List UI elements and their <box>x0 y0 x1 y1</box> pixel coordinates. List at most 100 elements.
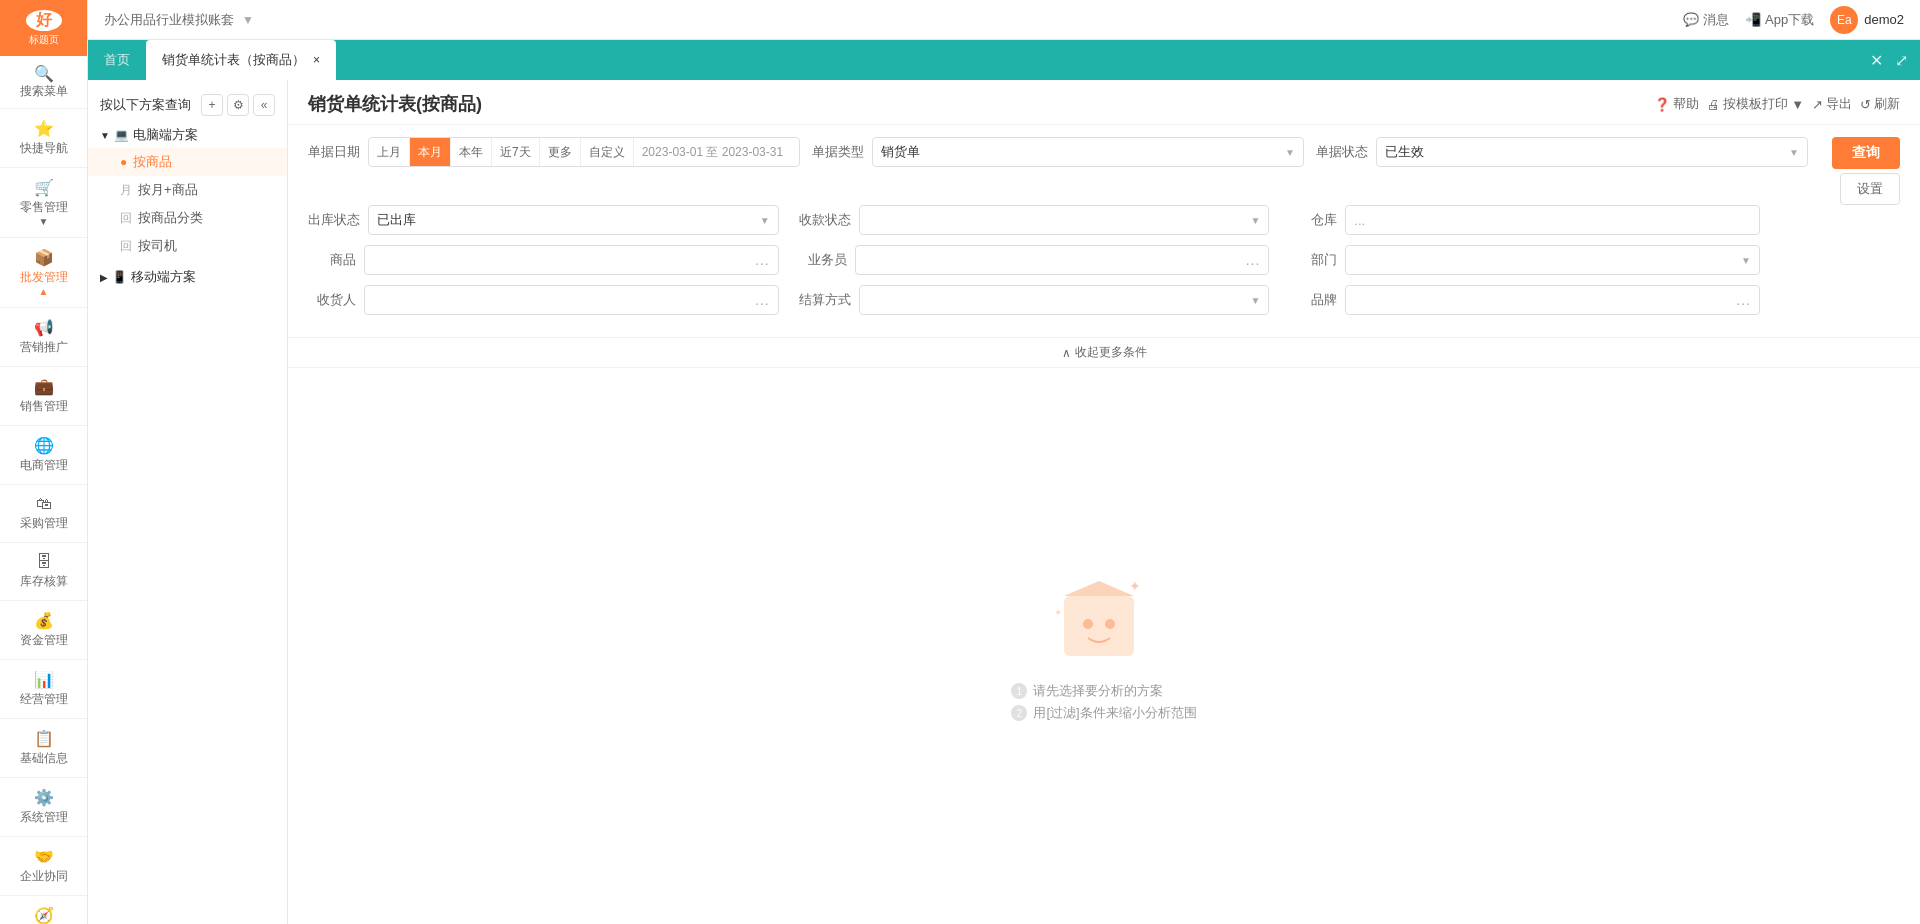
sidebar-item-guide[interactable]: 🧭 新手引导 <box>0 896 87 924</box>
tip2-num: 2 <box>1011 705 1027 721</box>
date-btn-this-year[interactable]: 本年 <box>451 137 492 167</box>
dept-label: 部门 <box>1289 251 1337 269</box>
filter-goods: 商品 ... <box>308 245 779 275</box>
help-icon: ❓ <box>1654 97 1670 112</box>
scheme-item-by-goods[interactable]: ● 按商品 <box>88 148 287 176</box>
search-menu-item[interactable]: 🔍 搜索菜单 <box>0 56 87 109</box>
sidebar-item-operation[interactable]: 📊 经营管理 <box>0 660 87 719</box>
svg-point-3 <box>1105 619 1115 629</box>
help-button[interactable]: ❓ 帮助 <box>1654 95 1699 113</box>
staff-filter[interactable]: ... <box>855 245 1270 275</box>
print-button[interactable]: 🖨 按模板打印 ▼ <box>1707 95 1804 113</box>
receiver-dots-icon: ... <box>755 292 770 308</box>
status-filter[interactable]: 已生效 ▼ <box>1376 137 1808 167</box>
date-btn-this-month[interactable]: 本月 <box>410 137 451 167</box>
date-filter[interactable]: 上月 本月 本年 近7天 更多 自定义 2023-03-01 至 2023-03… <box>368 137 800 167</box>
receive-dropdown-icon: ▼ <box>1250 215 1260 226</box>
dropdown-arrow-industry[interactable]: ▼ <box>242 13 254 27</box>
empty-tips: 1 请先选择要分析的方案 2 用[过滤]条件来缩小分析范围 <box>1011 682 1196 726</box>
payment-label: 结算方式 <box>799 291 851 309</box>
tab-close-button[interactable]: × <box>313 53 320 67</box>
receive-filter[interactable]: ▼ <box>859 205 1270 235</box>
header-right: 💬 消息 📲 App下载 Ea demo2 <box>1683 6 1904 34</box>
filter-warehouse: 仓库 ... <box>1289 205 1760 235</box>
payment-filter[interactable]: ▼ <box>859 285 1270 315</box>
goods-filter[interactable]: ... <box>364 245 779 275</box>
out-status-filter[interactable]: 已出库 ▼ <box>368 205 779 235</box>
sidebar: 好 标题页 🔍 搜索菜单 ⭐ 快捷导航 🛒 零售管理 ▼ 📦 批发管理 ▲ 📢 … <box>0 0 88 924</box>
sidebar-item-purchase[interactable]: 🛍 采购管理 <box>0 485 87 543</box>
out-value: 已出库 <box>377 211 760 229</box>
tip1-num: 1 <box>1011 683 1027 699</box>
refresh-label: 刷新 <box>1874 95 1900 113</box>
brand-filter[interactable]: ... <box>1345 285 1760 315</box>
scheme-add-button[interactable]: + <box>201 94 223 116</box>
app-download-action[interactable]: 📲 App下载 <box>1745 11 1814 29</box>
out-dropdown-icon: ▼ <box>760 215 770 226</box>
tab-maximize-button[interactable]: ⤢ <box>1891 47 1912 74</box>
dept-dropdown-icon: ▼ <box>1741 255 1751 266</box>
goods-icon: ● <box>120 155 127 169</box>
print-label: 按模板打印 <box>1723 95 1788 113</box>
sidebar-item-finance[interactable]: 💰 资金管理 <box>0 601 87 660</box>
collapse-bar[interactable]: ∧ 收起更多条件 <box>288 338 1920 368</box>
type-label: 单据类型 <box>812 143 864 161</box>
refresh-button[interactable]: ↺ 刷新 <box>1860 95 1900 113</box>
header-left: 办公用品行业模拟账套 ▼ <box>104 11 254 29</box>
scheme-item-by-category[interactable]: 回 按商品分类 <box>88 204 287 232</box>
sidebar-item-ecommerce[interactable]: 🌐 电商管理 <box>0 426 87 485</box>
svg-rect-0 <box>1064 596 1134 656</box>
print-dropdown-arrow[interactable]: ▼ <box>1791 97 1804 112</box>
date-btn-last-month[interactable]: 上月 <box>369 137 410 167</box>
export-button[interactable]: ↗ 导出 <box>1812 95 1852 113</box>
goods-label: 商品 <box>308 251 356 269</box>
scheme-group-mobile-title[interactable]: ▶ 📱 移动端方案 <box>88 264 287 290</box>
date-filter-wrapper: 上月 本月 本年 近7天 更多 自定义 2023-03-01 至 2023-03… <box>368 137 800 167</box>
top-header: 办公用品行业模拟账套 ▼ 💬 消息 📲 App下载 Ea demo2 <box>88 0 1920 40</box>
tab-sales-report[interactable]: 销货单统计表（按商品） × <box>146 40 336 80</box>
scheme-group-mobile-label: 移动端方案 <box>131 268 196 286</box>
tab-close-all-button[interactable]: ✕ <box>1866 47 1887 74</box>
dept-filter[interactable]: ▼ <box>1345 245 1760 275</box>
warehouse-filter[interactable]: ... <box>1345 205 1760 235</box>
printer-icon: 回 <box>120 238 132 255</box>
brand-dots-icon: ... <box>1736 292 1751 308</box>
industry-label: 办公用品行业模拟账套 <box>104 11 234 29</box>
sidebar-item-sales[interactable]: 💼 销售管理 <box>0 367 87 426</box>
filter-status-group: 单据状态 已生效 ▼ <box>1316 137 1808 167</box>
user-profile[interactable]: Ea demo2 <box>1830 6 1904 34</box>
date-btn-more[interactable]: 更多 <box>540 137 581 167</box>
scheme-settings-button[interactable]: ⚙ <box>227 94 249 116</box>
settings-button[interactable]: 设置 <box>1840 173 1900 205</box>
refresh-icon: ↺ <box>1860 97 1871 112</box>
scheme-group-pc-title[interactable]: ▼ 💻 电脑端方案 <box>88 122 287 148</box>
status-value: 已生效 <box>1385 143 1789 161</box>
type-filter[interactable]: 销货单 ▼ <box>872 137 1304 167</box>
sidebar-item-inventory[interactable]: 🗄 库存核算 <box>0 543 87 601</box>
export-icon: ↗ <box>1812 97 1823 112</box>
sidebar-item-basic[interactable]: 📋 基础信息 <box>0 719 87 778</box>
filter-row-1: 单据日期 上月 本月 本年 近7天 更多 自定义 2023-03-01 至 20… <box>308 137 1900 205</box>
sidebar-item-retail[interactable]: 🛒 零售管理 ▼ <box>0 168 87 238</box>
app-logo: 好 标题页 <box>0 0 88 56</box>
date-btn-custom[interactable]: 自定义 <box>581 137 634 167</box>
sidebar-item-corp[interactable]: 🤝 企业协同 <box>0 837 87 896</box>
filter-row-2: 出库状态 已出库 ▼ 收款状态 ▼ 仓库 <box>308 205 1900 235</box>
goods-dots-icon: ... <box>755 252 770 268</box>
sidebar-item-wholesale[interactable]: 📦 批发管理 ▲ <box>0 238 87 308</box>
date-btn-7days[interactable]: 近7天 <box>492 137 540 167</box>
quick-nav-item[interactable]: ⭐ 快捷导航 <box>0 109 87 168</box>
scheme-item-by-month-goods[interactable]: 月 按月+商品 <box>88 176 287 204</box>
sidebar-item-system[interactable]: ⚙️ 系统管理 <box>0 778 87 837</box>
scheme-collapse-button[interactable]: « <box>253 94 275 116</box>
collapse-label: 收起更多条件 <box>1075 344 1147 361</box>
query-button[interactable]: 查询 <box>1832 137 1900 169</box>
message-action[interactable]: 💬 消息 <box>1683 11 1729 29</box>
staff-label: 业务员 <box>799 251 847 269</box>
sidebar-item-marketing[interactable]: 📢 营销推广 <box>0 308 87 367</box>
receiver-filter[interactable]: ... <box>364 285 779 315</box>
tab-home[interactable]: 首页 <box>88 40 146 80</box>
scheme-item-by-printer[interactable]: 回 按司机 <box>88 232 287 260</box>
filter-area: 单据日期 上月 本月 本年 近7天 更多 自定义 2023-03-01 至 20… <box>288 125 1920 338</box>
mobile-icon: 📱 <box>112 270 127 284</box>
